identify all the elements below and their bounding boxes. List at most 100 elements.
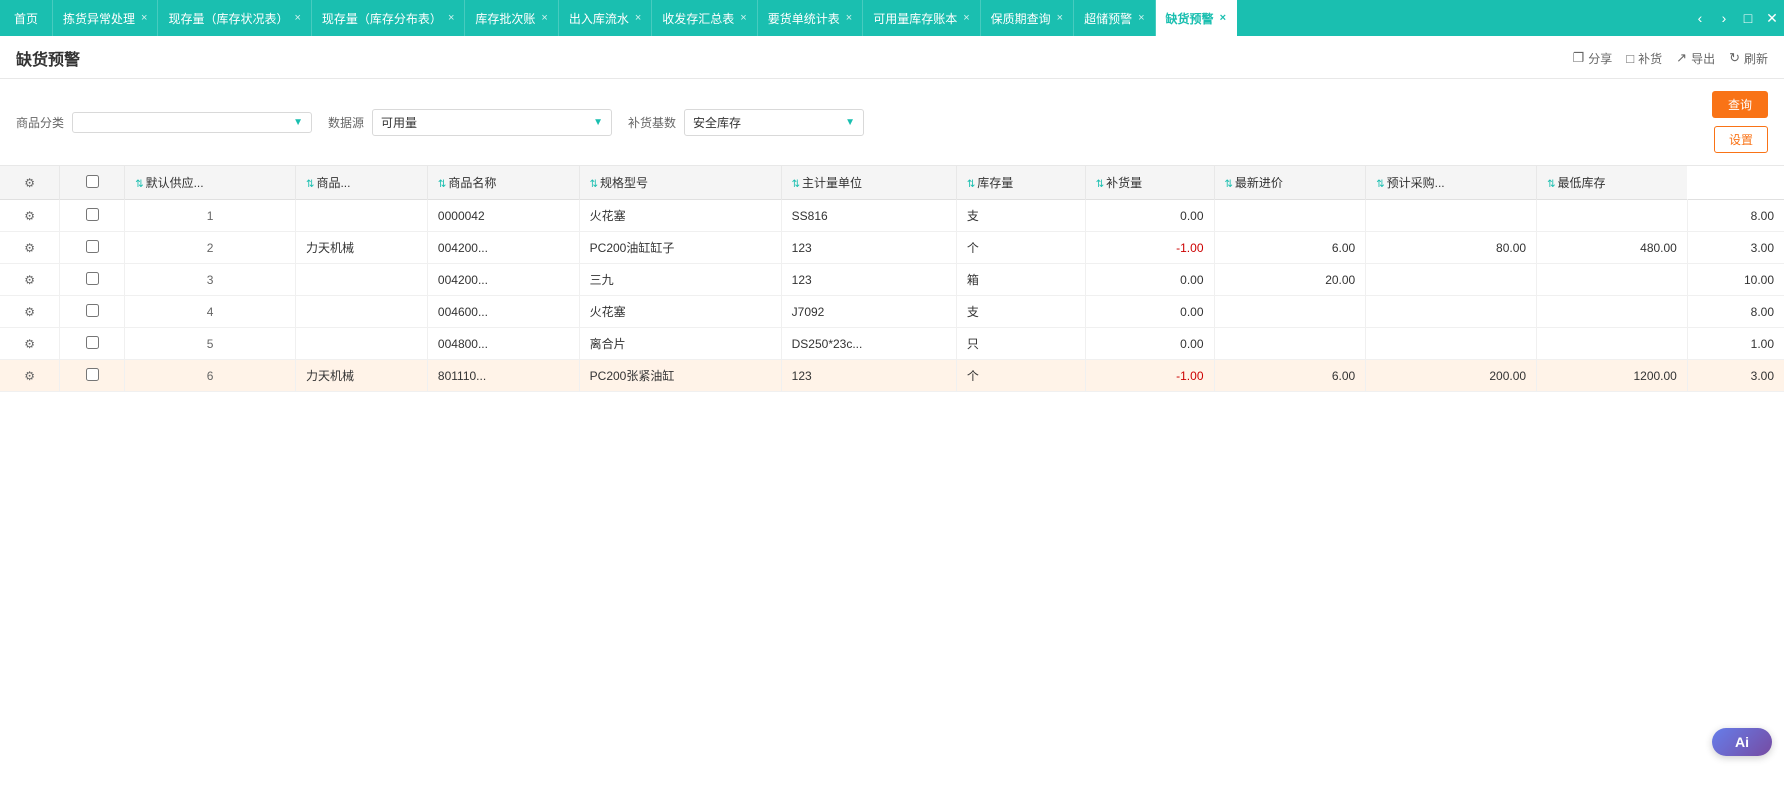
datasource-select[interactable]: 可用量 ▼ xyxy=(372,109,612,136)
row-gear[interactable]: ⚙ xyxy=(0,328,60,360)
export-button[interactable]: ↗ 导出 xyxy=(1676,50,1715,67)
replenish-base-select[interactable]: 安全库存 ▼ xyxy=(684,109,864,136)
row-product-code: 004600... xyxy=(427,296,579,328)
tab-prev-btn[interactable]: ‹ xyxy=(1688,0,1712,36)
row-checkbox-cell[interactable] xyxy=(60,232,125,264)
tab-abnormal[interactable]: 拣货异常处理 × xyxy=(53,0,158,36)
sort-icon-replenish: ⇅ xyxy=(1096,179,1104,190)
tab-close-avail-ledger[interactable]: × xyxy=(963,12,969,24)
th-stock[interactable]: ⇅库存量 xyxy=(956,166,1085,200)
tab-home[interactable]: 首页 xyxy=(0,0,53,36)
row-gear[interactable]: ⚙ xyxy=(0,360,60,392)
th-supplier[interactable]: ⇅默认供应... xyxy=(125,166,296,200)
row-checkbox[interactable] xyxy=(86,272,99,285)
tab-close-inout-flow[interactable]: × xyxy=(635,12,641,24)
select-all-checkbox[interactable] xyxy=(86,175,99,188)
row-checkbox-cell[interactable] xyxy=(60,200,125,232)
filter-buttons: 查询 设置 xyxy=(1712,91,1768,153)
th-product-name[interactable]: ⇅商品名称 xyxy=(427,166,579,200)
replenish-base-arrow-icon: ▼ xyxy=(845,117,855,128)
tab-close-abnormal[interactable]: × xyxy=(141,12,147,24)
tab-close-inventory-dist[interactable]: × xyxy=(448,12,454,24)
tab-bar: 首页 拣货异常处理 × 现存量（库存状况表） × 现存量（库存分布表） × 库存… xyxy=(0,0,1784,36)
th-min-stock[interactable]: ⇅最低库存 xyxy=(1537,166,1688,200)
header-actions: ❐ 分享 □ 补货 ↗ 导出 ↻ 刷新 xyxy=(1573,50,1768,67)
row-checkbox[interactable] xyxy=(86,304,99,317)
row-checkbox[interactable] xyxy=(86,240,99,253)
th-product-code[interactable]: ⇅商品... xyxy=(296,166,428,200)
tab-close-inventory-status[interactable]: × xyxy=(294,12,300,24)
row-product-name: PC200张紧油缸 xyxy=(579,360,781,392)
tab-batch-account[interactable]: 库存批次账 × xyxy=(465,0,558,36)
tab-shortage[interactable]: 缺货预警 × xyxy=(1156,0,1237,36)
row-product-name: 离合片 xyxy=(579,328,781,360)
row-checkbox-cell[interactable] xyxy=(60,360,125,392)
th-latest-price[interactable]: ⇅最新进价 xyxy=(1214,166,1366,200)
row-product-code: 801110... xyxy=(427,360,579,392)
row-checkbox[interactable] xyxy=(86,336,99,349)
table-body: ⚙ 1 0000042 火花塞 SS816 支 0.00 8.00 ⚙ 2 力天… xyxy=(0,200,1784,392)
row-replenish: 20.00 xyxy=(1214,264,1366,296)
row-est-purchase: 1200.00 xyxy=(1537,360,1688,392)
replenish-button[interactable]: □ 补货 xyxy=(1626,50,1662,67)
row-min-stock: 10.00 xyxy=(1687,264,1784,296)
tab-close-btn[interactable]: ✕ xyxy=(1760,0,1784,36)
tab-expiry[interactable]: 保质期查询 × xyxy=(981,0,1074,36)
row-replenish: 6.00 xyxy=(1214,232,1366,264)
sort-icon-stock: ⇅ xyxy=(967,179,975,190)
refresh-button[interactable]: ↻ 刷新 xyxy=(1729,50,1768,67)
tab-next-btn[interactable]: › xyxy=(1712,0,1736,36)
tab-close-shortage[interactable]: × xyxy=(1220,12,1226,24)
row-gear[interactable]: ⚙ xyxy=(0,264,60,296)
tab-close-expiry[interactable]: × xyxy=(1057,12,1063,24)
row-product-code: 0000042 xyxy=(427,200,579,232)
tab-inventory-status[interactable]: 现存量（库存状况表） × xyxy=(158,0,311,36)
tab-inventory-dist[interactable]: 现存量（库存分布表） × xyxy=(312,0,465,36)
tab-close-demand-stat[interactable]: × xyxy=(846,12,852,24)
row-checkbox-cell[interactable] xyxy=(60,264,125,296)
row-min-stock: 3.00 xyxy=(1687,232,1784,264)
query-button[interactable]: 查询 xyxy=(1712,91,1768,118)
row-checkbox-cell[interactable] xyxy=(60,296,125,328)
row-replenish xyxy=(1214,328,1366,360)
row-stock: 0.00 xyxy=(1085,328,1214,360)
row-unit: 支 xyxy=(956,200,1085,232)
tab-demand-stat[interactable]: 要货单统计表 × xyxy=(758,0,863,36)
replenish-base-label: 补货基数 xyxy=(628,114,676,131)
row-spec: J7092 xyxy=(781,296,956,328)
category-arrow-icon: ▼ xyxy=(293,117,303,128)
sort-icon-est-purchase: ⇅ xyxy=(1376,179,1384,190)
settings-button[interactable]: 设置 xyxy=(1714,126,1768,153)
tab-avail-ledger[interactable]: 可用量库存账本 × xyxy=(863,0,980,36)
th-replenish[interactable]: ⇅补货量 xyxy=(1085,166,1214,200)
row-index: 3 xyxy=(125,264,296,296)
category-select[interactable]: ▼ xyxy=(72,112,312,133)
ai-bubble[interactable]: Ai xyxy=(1712,728,1772,756)
datasource-value: 可用量 xyxy=(381,114,417,131)
th-unit[interactable]: ⇅主计量单位 xyxy=(781,166,956,200)
row-stock: 0.00 xyxy=(1085,296,1214,328)
table-row: ⚙ 2 力天机械 004200... PC200油缸缸子 123 个 -1.00… xyxy=(0,232,1784,264)
th-spec[interactable]: ⇅规格型号 xyxy=(579,166,781,200)
row-latest-price xyxy=(1366,296,1537,328)
row-gear[interactable]: ⚙ xyxy=(0,232,60,264)
share-button[interactable]: ❐ 分享 xyxy=(1573,50,1613,67)
tab-close-batch-account[interactable]: × xyxy=(541,12,547,24)
tab-receive-summary[interactable]: 收发存汇总表 × xyxy=(652,0,757,36)
datasource-label: 数据源 xyxy=(328,114,364,131)
tab-close-receive-summary[interactable]: × xyxy=(740,12,746,24)
row-checkbox-cell[interactable] xyxy=(60,328,125,360)
tab-inout-flow[interactable]: 出入库流水 × xyxy=(559,0,652,36)
tab-restore-btn[interactable]: □ xyxy=(1736,0,1760,36)
row-unit: 个 xyxy=(956,232,1085,264)
row-checkbox[interactable] xyxy=(86,208,99,221)
sort-icon-latest-price: ⇅ xyxy=(1225,179,1233,190)
row-checkbox[interactable] xyxy=(86,368,99,381)
row-gear[interactable]: ⚙ xyxy=(0,200,60,232)
th-gear[interactable]: ⚙ xyxy=(0,166,60,200)
tab-overstock[interactable]: 超储预警 × xyxy=(1074,0,1155,36)
tab-close-overstock[interactable]: × xyxy=(1138,12,1144,24)
th-est-purchase[interactable]: ⇅预计采购... xyxy=(1366,166,1537,200)
row-supplier xyxy=(296,264,428,296)
row-gear[interactable]: ⚙ xyxy=(0,296,60,328)
